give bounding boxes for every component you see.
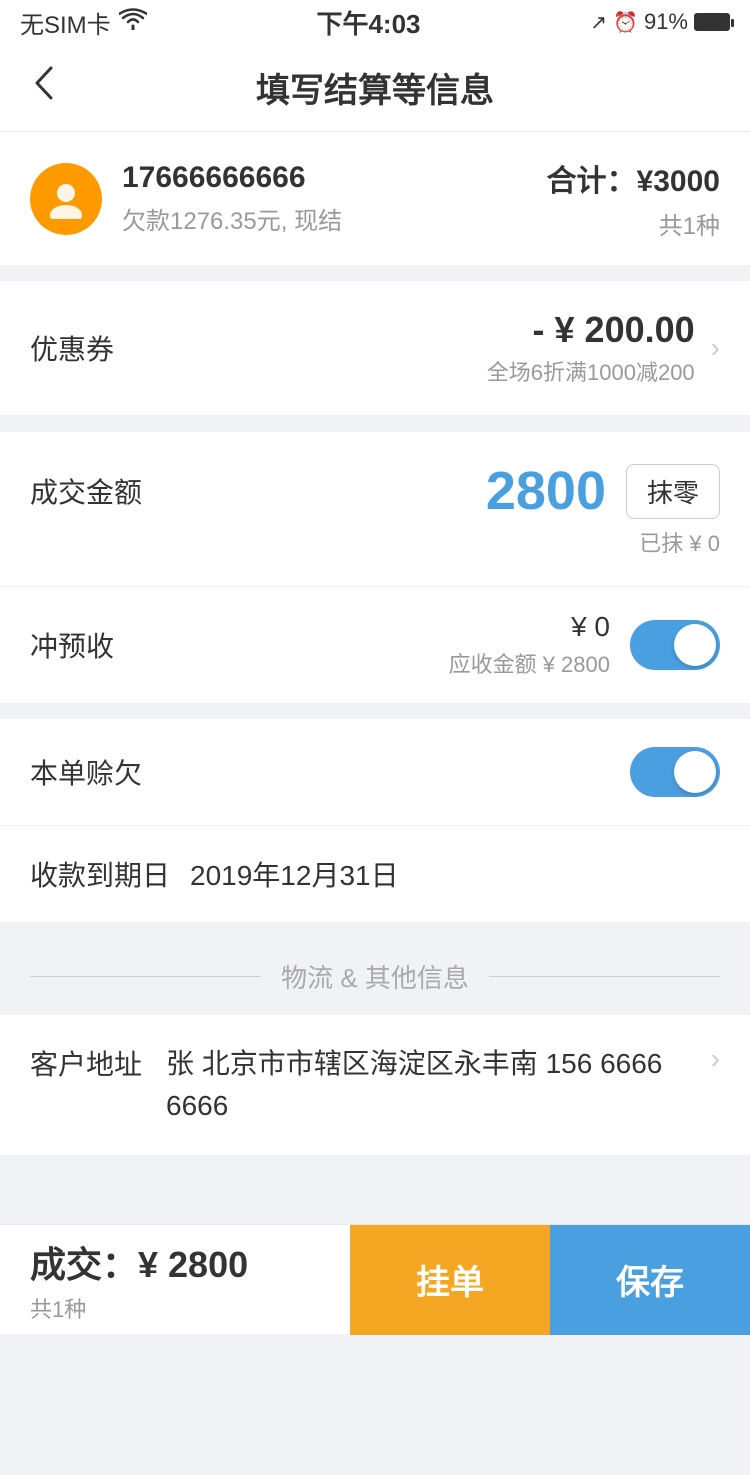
coupon-right: - ¥ 200.00 全场6折满1000减200 › [487,309,720,387]
coupon-row[interactable]: 优惠券 - ¥ 200.00 全场6折满1000减200 › [0,281,750,416]
customer-card: 17666666666 欠款1276.35元, 现结 合计：¥3000 共1种 [0,132,750,265]
status-right: ↗ ⏰ 91% [590,9,730,35]
transaction-sub: 已抹 ¥ 0 [30,526,720,558]
status-left: 无SIM卡 [20,5,147,40]
advance-toggle[interactable] [630,620,720,670]
advance-right: ¥ 0 应收金额 ¥ 2800 [449,611,610,679]
alarm-icon: ⏰ [613,10,638,35]
section-divider-3 [0,922,750,938]
footer-trans-amount: ¥ 2800 [138,1244,248,1285]
status-bar: 无SIM卡 下午4:03 ↗ ⏰ 91% [0,0,750,44]
footer: 成交：¥ 2800 共1种 挂单 保存 [0,1224,750,1334]
divider-line-right [489,976,720,977]
chevron-right-icon: › [711,332,720,364]
nav-bar: 填写结算等信息 [0,44,750,132]
save-button[interactable]: 保存 [550,1225,750,1335]
avatar [30,163,102,235]
logistics-label: 物流 & 其他信息 [281,958,469,995]
wifi-icon [119,8,147,37]
address-right: › [711,1043,720,1075]
address-label: 客户地址 [30,1043,142,1083]
address-value: 张 北京市市辖区海淀区永丰南 156 6666 6666 [166,1043,711,1127]
status-time: 下午4:03 [316,4,420,41]
section-divider-1 [0,416,750,432]
footer-info: 成交：¥ 2800 共1种 [0,1236,350,1324]
advance-amount: ¥ 0 [571,611,610,643]
transaction-right: 2800 抹零 [486,460,720,522]
back-button[interactable] [24,56,64,119]
footer-trans-label: 成交： [30,1244,138,1285]
location-icon: ↗ [590,10,607,35]
customer-debt: 欠款1276.35元, 现结 [122,201,342,236]
coupon-description: 全场6折满1000减200 [487,355,695,387]
divider-line-left [30,976,261,977]
transaction-amount: 2800 [486,460,606,522]
duedate-label: 收款到期日 [30,854,170,894]
round-button[interactable]: 抹零 [626,464,720,519]
coupon-discount: - ¥ 200.00 [487,309,695,351]
footer-amount: 成交：¥ 2800 [30,1236,320,1288]
pending-button[interactable]: 挂单 [350,1225,550,1335]
footer-count: 共1种 [30,1292,320,1324]
total-count: 共1种 [547,206,720,241]
duedate-value: 2019年12月31日 [190,854,399,894]
customer-right: 合计：¥3000 共1种 [547,156,720,241]
address-chevron-icon: › [711,1043,720,1075]
credit-toggle[interactable] [630,747,720,797]
logistics-divider: 物流 & 其他信息 [0,938,750,1015]
total-amount: 合计：¥3000 [547,156,720,200]
advance-sub: 应收金额 ¥ 2800 [449,647,610,679]
section-divider-2 [0,703,750,719]
coupon-label: 优惠券 [30,328,114,368]
battery-icon [694,13,730,31]
customer-info: 17666666666 欠款1276.35元, 现结 [122,161,342,236]
credit-label: 本单赊欠 [30,752,142,792]
transaction-row: 成交金额 2800 抹零 [30,460,720,522]
transaction-section: 成交金额 2800 抹零 已抹 ¥ 0 [0,432,750,586]
page-title: 填写结算等信息 [256,63,494,112]
advance-label: 冲预收 [30,625,114,665]
address-section[interactable]: 客户地址 张 北京市市辖区海淀区永丰南 156 6666 6666 › [0,1015,750,1155]
duedate-section: 收款到期日 2019年12月31日 [0,825,750,922]
credit-section: 本单赊欠 [0,719,750,825]
customer-phone: 17666666666 [122,161,342,195]
advance-section: 冲预收 ¥ 0 应收金额 ¥ 2800 [0,586,750,703]
no-sim-label: 无SIM卡 [20,5,111,40]
battery-percent: 91% [644,9,688,35]
customer-left: 17666666666 欠款1276.35元, 现结 [30,161,342,236]
transaction-label: 成交金额 [30,471,142,511]
